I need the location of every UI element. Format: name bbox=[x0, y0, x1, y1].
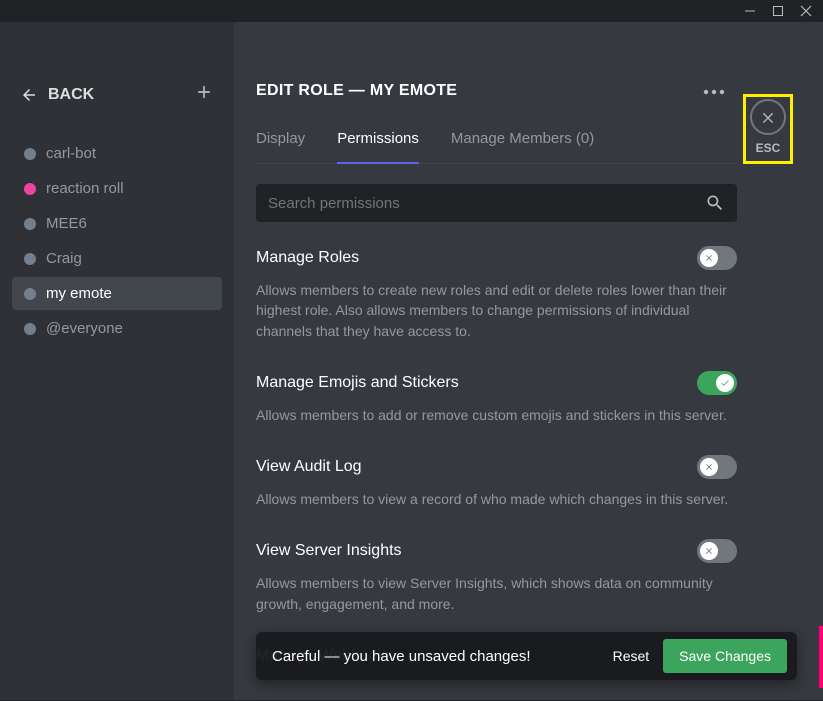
reset-button[interactable]: Reset bbox=[599, 640, 664, 672]
permission-item: Manage Roles Allows members to create new… bbox=[256, 246, 737, 341]
window-close-button[interactable] bbox=[793, 1, 819, 21]
permission-title: View Audit Log bbox=[256, 458, 362, 476]
role-item[interactable]: Craig bbox=[12, 242, 222, 275]
role-color-dot bbox=[24, 148, 36, 160]
permission-item: View Server Insights Allows members to vi… bbox=[256, 539, 737, 614]
arrow-left-icon bbox=[20, 86, 38, 104]
x-icon bbox=[700, 249, 718, 267]
plus-icon bbox=[194, 82, 214, 102]
x-icon bbox=[700, 458, 718, 476]
permission-toggle[interactable] bbox=[697, 539, 737, 563]
tab[interactable]: Display bbox=[256, 130, 305, 163]
role-item[interactable]: reaction roll bbox=[12, 172, 222, 205]
role-label: Craig bbox=[46, 250, 82, 267]
maximize-button[interactable] bbox=[765, 1, 791, 21]
x-icon bbox=[700, 542, 718, 560]
unsaved-changes-bar: Careful — you have unsaved changes! Rese… bbox=[256, 632, 797, 680]
search-icon bbox=[705, 193, 725, 213]
check-icon bbox=[716, 374, 734, 392]
page-title: EDIT ROLE — MY EMOTE bbox=[256, 82, 457, 100]
role-label: MEE6 bbox=[46, 215, 87, 232]
role-color-dot bbox=[24, 288, 36, 300]
role-label: my emote bbox=[46, 285, 112, 302]
permission-title: Manage Roles bbox=[256, 249, 359, 267]
permission-item: View Audit Log Allows members to view a r… bbox=[256, 455, 737, 509]
role-color-dot bbox=[24, 183, 36, 195]
permission-title: View Server Insights bbox=[256, 542, 402, 560]
permission-toggle[interactable] bbox=[697, 371, 737, 395]
annotation-highlight-close: ESC bbox=[743, 94, 793, 164]
back-label: BACK bbox=[48, 86, 94, 104]
back-button[interactable]: BACK bbox=[20, 86, 94, 104]
roles-sidebar: BACK carl-bot reaction roll MEE6 Craig my em… bbox=[0, 22, 234, 700]
unsaved-message: Careful — you have unsaved changes! bbox=[272, 648, 599, 665]
minimize-button[interactable] bbox=[737, 1, 763, 21]
role-color-dot bbox=[24, 323, 36, 335]
role-color-dot bbox=[24, 253, 36, 265]
permission-description: Allows members to create new roles and e… bbox=[256, 280, 737, 341]
permission-description: Allows members to view Server Insights, … bbox=[256, 573, 737, 614]
permission-item: Manage Emojis and Stickers Allows members… bbox=[256, 371, 737, 425]
ellipsis-icon bbox=[703, 89, 725, 95]
more-button[interactable] bbox=[703, 82, 737, 100]
tab[interactable]: Manage Members (0) bbox=[451, 130, 594, 163]
permission-toggle[interactable] bbox=[697, 246, 737, 270]
role-label: @everyone bbox=[46, 320, 123, 337]
permission-title: Manage Emojis and Stickers bbox=[256, 374, 459, 392]
save-changes-button[interactable]: Save Changes bbox=[663, 639, 787, 673]
permission-description: Allows members to view a record of who m… bbox=[256, 489, 737, 509]
main-panel: EDIT ROLE — MY EMOTE Display Permissions M… bbox=[234, 22, 823, 700]
role-item[interactable]: @everyone bbox=[12, 312, 222, 345]
role-label: carl-bot bbox=[46, 145, 96, 162]
role-item[interactable]: my emote bbox=[12, 277, 222, 310]
tabs: Display Permissions Manage Members (0) bbox=[256, 130, 737, 164]
close-icon bbox=[760, 109, 776, 125]
role-label: reaction roll bbox=[46, 180, 124, 197]
add-role-button[interactable] bbox=[194, 82, 214, 107]
permission-toggle[interactable] bbox=[697, 455, 737, 479]
close-settings-button[interactable] bbox=[750, 99, 786, 135]
window-titlebar bbox=[0, 0, 823, 22]
esc-label: ESC bbox=[756, 141, 781, 155]
search-input[interactable] bbox=[268, 195, 705, 212]
annotation-highlight-save bbox=[819, 626, 823, 688]
tab[interactable]: Permissions bbox=[337, 130, 419, 163]
search-wrap bbox=[256, 184, 737, 222]
role-color-dot bbox=[24, 218, 36, 230]
permission-description: Allows members to add or remove custom e… bbox=[256, 405, 737, 425]
role-item[interactable]: carl-bot bbox=[12, 137, 222, 170]
role-item[interactable]: MEE6 bbox=[12, 207, 222, 240]
